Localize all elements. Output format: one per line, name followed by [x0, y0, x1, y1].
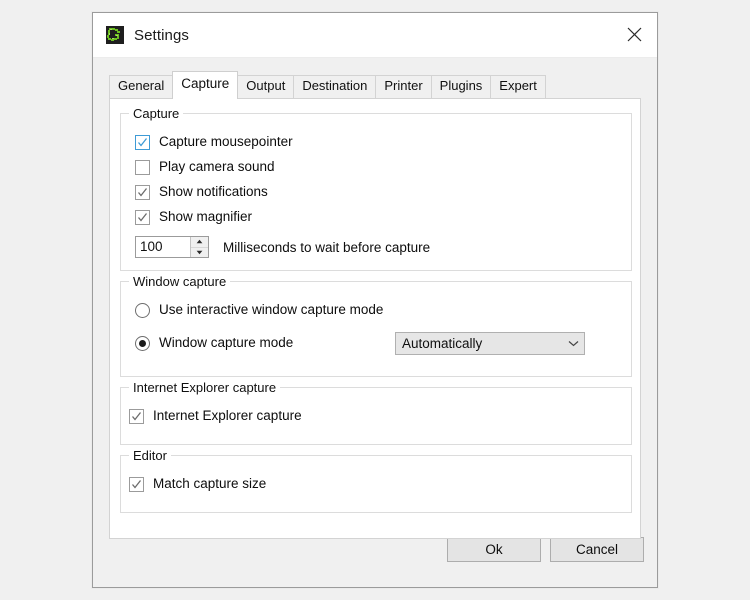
window-capture-mode-value: Automatically	[402, 336, 483, 351]
wait-milliseconds-input[interactable]: 100	[135, 236, 209, 258]
tab-output[interactable]: Output	[237, 75, 295, 98]
checkbox-row-show-notifications[interactable]: Show notifications	[135, 184, 268, 200]
group-ie-capture: Internet Explorer capture Internet Explo…	[120, 380, 632, 445]
checkbox-row-play-camera-sound[interactable]: Play camera sound	[135, 159, 275, 175]
wait-before-capture-row: 100 Milliseconds to wait before capture	[135, 236, 430, 258]
checkbox-row-ie-capture[interactable]: Internet Explorer capture	[129, 408, 302, 424]
window-capture-mode-dropdown[interactable]: Automatically	[395, 332, 585, 355]
cancel-button[interactable]: Cancel	[550, 537, 644, 562]
wait-milliseconds-value: 100	[140, 239, 163, 254]
tab-strip: General Capture Output Destination Print…	[93, 71, 657, 99]
tab-plugins[interactable]: Plugins	[430, 75, 492, 98]
tab-destination[interactable]: Destination	[293, 75, 377, 98]
radio-interactive-window-capture[interactable]	[135, 302, 150, 318]
tab-general[interactable]: General	[109, 75, 174, 98]
spinner-buttons	[190, 237, 208, 257]
radio-row-window-capture-mode[interactable]: Window capture mode	[135, 335, 293, 351]
group-editor-legend: Editor	[129, 448, 171, 463]
tab-capture[interactable]: Capture	[172, 71, 239, 99]
ok-button[interactable]: Ok	[447, 537, 541, 562]
group-window-capture-legend: Window capture	[129, 274, 231, 289]
checkbox-label-match-capture-size: Match capture size	[153, 476, 267, 491]
group-editor: Editor Match capture size	[120, 448, 632, 513]
spin-up-arrow-icon[interactable]	[191, 237, 208, 248]
checkbox-label-ie-capture: Internet Explorer capture	[153, 408, 302, 423]
group-capture-legend: Capture	[129, 106, 184, 121]
title-bar: Settings	[93, 13, 657, 58]
group-ie-capture-legend: Internet Explorer capture	[129, 380, 281, 395]
tab-panel-capture: Capture Capture mousepointer Play camera…	[109, 98, 641, 539]
tab-printer[interactable]: Printer	[375, 75, 432, 98]
checkbox-play-camera-sound[interactable]	[135, 159, 150, 175]
checkbox-match-capture-size[interactable]	[129, 476, 144, 492]
radio-label-window-capture-mode: Window capture mode	[159, 335, 294, 350]
radio-row-interactive-window-capture[interactable]: Use interactive window capture mode	[135, 302, 383, 318]
wait-milliseconds-label: Milliseconds to wait before capture	[223, 239, 431, 255]
tab-expert[interactable]: Expert	[490, 75, 546, 98]
checkbox-label-show-magnifier: Show magnifier	[159, 209, 253, 224]
checkbox-row-show-magnifier[interactable]: Show magnifier	[135, 209, 252, 225]
checkbox-capture-mousepointer[interactable]	[135, 134, 150, 150]
radio-window-capture-mode[interactable]	[135, 335, 150, 351]
group-capture: Capture Capture mousepointer Play camera…	[120, 106, 632, 271]
checkbox-row-capture-mousepointer[interactable]: Capture mousepointer	[135, 134, 293, 150]
checkbox-show-magnifier[interactable]	[135, 209, 150, 225]
group-window-capture: Window capture Use interactive window ca…	[120, 274, 632, 377]
greenshot-logo-icon	[106, 26, 124, 44]
checkbox-label-play-camera-sound: Play camera sound	[159, 159, 275, 174]
checkbox-show-notifications[interactable]	[135, 184, 150, 200]
spin-down-arrow-icon[interactable]	[191, 248, 208, 258]
checkbox-label-capture-mousepointer: Capture mousepointer	[159, 134, 293, 149]
checkbox-row-match-capture-size[interactable]: Match capture size	[129, 476, 266, 492]
settings-window: Settings General Capture Output Destinat…	[92, 12, 658, 588]
chevron-down-icon[interactable]	[562, 340, 584, 347]
radio-label-interactive-window-capture: Use interactive window capture mode	[159, 302, 384, 317]
checkbox-label-show-notifications: Show notifications	[159, 184, 268, 199]
checkbox-ie-capture[interactable]	[129, 408, 144, 424]
window-title: Settings	[134, 26, 189, 44]
close-icon[interactable]	[611, 13, 657, 56]
